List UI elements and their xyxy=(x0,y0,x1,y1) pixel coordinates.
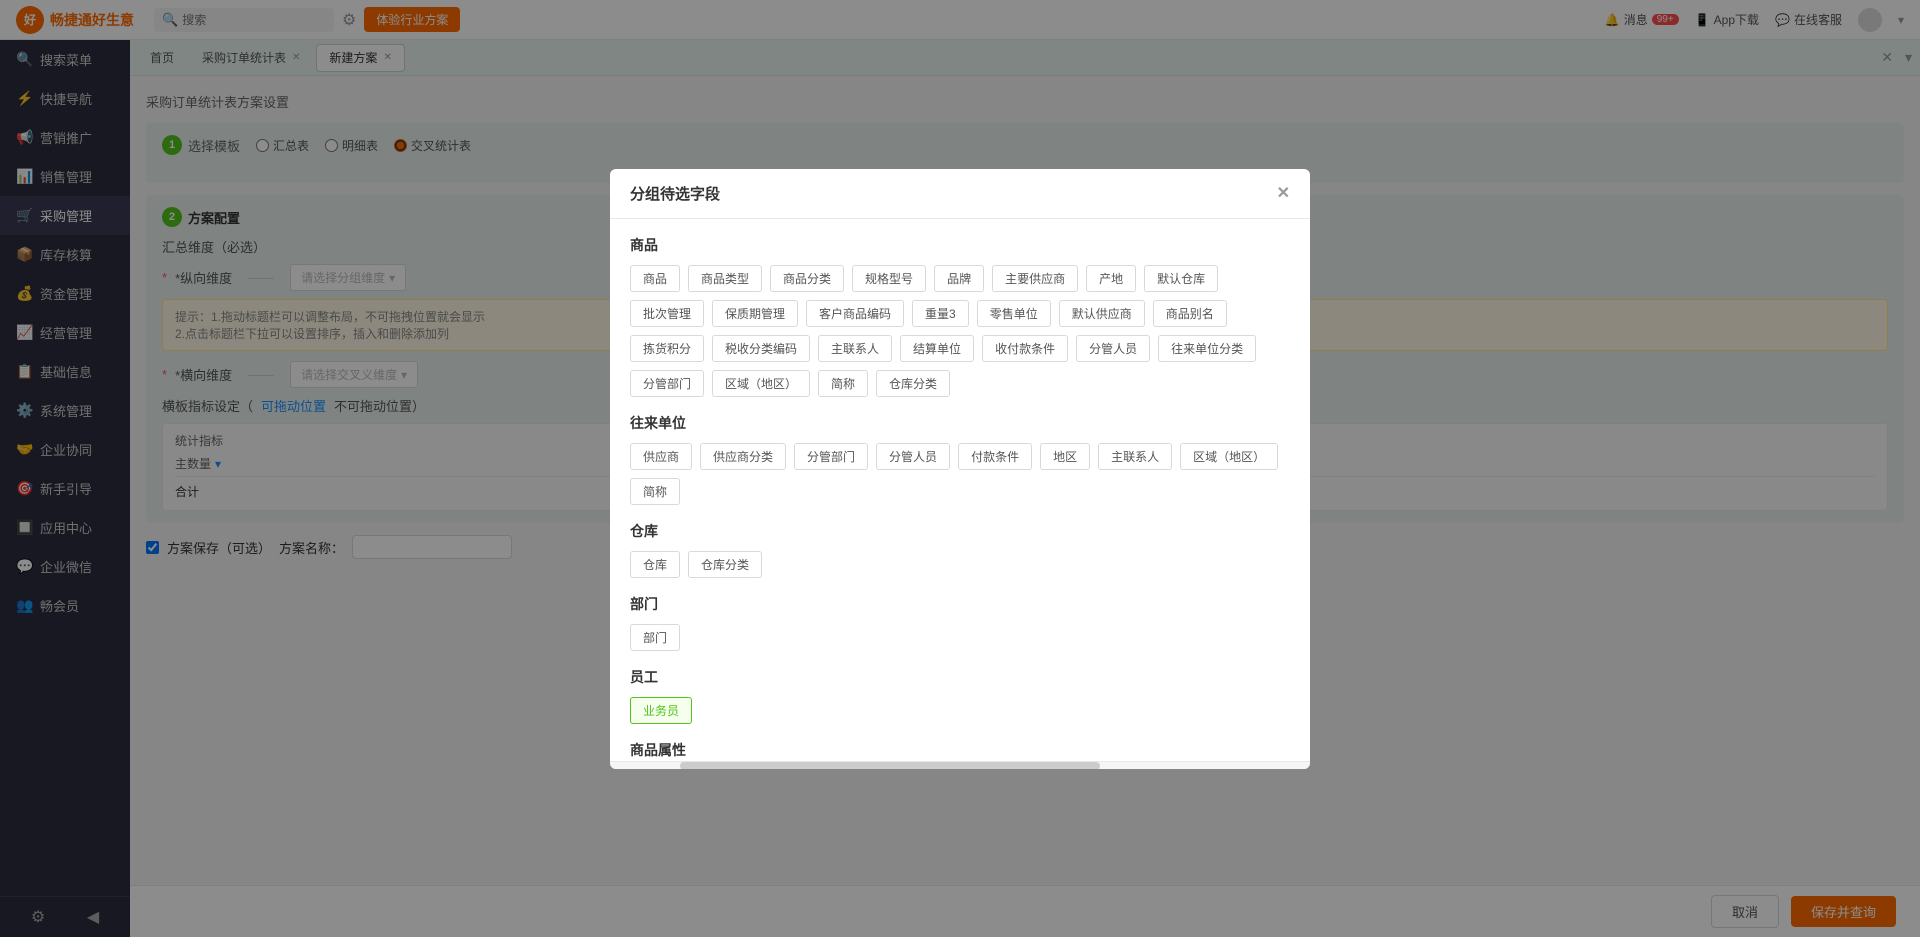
field-tag-0-21[interactable]: 往来单位分类 xyxy=(1158,335,1256,362)
field-tag-0-2[interactable]: 商品分类 xyxy=(770,265,844,292)
field-tag-0-12[interactable]: 零售单位 xyxy=(977,300,1051,327)
field-tag-3-0[interactable]: 部门 xyxy=(630,624,680,651)
modal-section-title-1: 往来单位 xyxy=(630,413,1290,433)
modal-section-5: 商品属性属性颜色多规格尺码鞋码1 xyxy=(630,740,1290,761)
field-tag-0-0[interactable]: 商品 xyxy=(630,265,680,292)
field-tag-0-6[interactable]: 产地 xyxy=(1086,265,1136,292)
field-tag-0-3[interactable]: 规格型号 xyxy=(852,265,926,292)
field-tag-0-13[interactable]: 默认供应商 xyxy=(1059,300,1145,327)
field-tag-0-22[interactable]: 分管部门 xyxy=(630,370,704,397)
field-tag-0-7[interactable]: 默认仓库 xyxy=(1144,265,1218,292)
modal-scrollbar-x[interactable] xyxy=(610,761,1310,769)
field-tag-0-14[interactable]: 商品别名 xyxy=(1153,300,1227,327)
field-tag-1-1[interactable]: 供应商分类 xyxy=(700,443,786,470)
field-grid-4: 业务员 xyxy=(630,697,1290,724)
field-grid-2: 仓库仓库分类 xyxy=(630,551,1290,578)
field-tag-1-0[interactable]: 供应商 xyxy=(630,443,692,470)
field-tag-1-2[interactable]: 分管部门 xyxy=(794,443,868,470)
field-tag-1-8[interactable]: 简称 xyxy=(630,478,680,505)
modal-section-title-4: 员工 xyxy=(630,667,1290,687)
field-tag-0-5[interactable]: 主要供应商 xyxy=(992,265,1078,292)
modal: 分组待选字段 ✕ 商品商品商品类型商品分类规格型号品牌主要供应商产地默认仓库批次… xyxy=(610,169,1310,769)
modal-close-button[interactable]: ✕ xyxy=(1277,183,1290,203)
modal-section-3: 部门部门 xyxy=(630,594,1290,651)
modal-section-title-3: 部门 xyxy=(630,594,1290,614)
scroll-thumb xyxy=(680,762,1100,769)
field-tag-0-20[interactable]: 分管人员 xyxy=(1076,335,1150,362)
field-tag-2-1[interactable]: 仓库分类 xyxy=(688,551,762,578)
field-tag-1-6[interactable]: 主联系人 xyxy=(1098,443,1172,470)
field-tag-0-24[interactable]: 简称 xyxy=(818,370,868,397)
field-tag-0-10[interactable]: 客户商品编码 xyxy=(806,300,904,327)
field-tag-0-15[interactable]: 拣货积分 xyxy=(630,335,704,362)
modal-section-0: 商品商品商品类型商品分类规格型号品牌主要供应商产地默认仓库批次管理保质期管理客户… xyxy=(630,235,1290,397)
modal-header: 分组待选字段 ✕ xyxy=(610,169,1310,219)
modal-body: 商品商品商品类型商品分类规格型号品牌主要供应商产地默认仓库批次管理保质期管理客户… xyxy=(610,219,1310,761)
modal-section-title-0: 商品 xyxy=(630,235,1290,255)
field-tag-0-19[interactable]: 收付款条件 xyxy=(982,335,1068,362)
field-grid-3: 部门 xyxy=(630,624,1290,651)
field-grid-0: 商品商品类型商品分类规格型号品牌主要供应商产地默认仓库批次管理保质期管理客户商品… xyxy=(630,265,1290,397)
modal-section-4: 员工业务员 xyxy=(630,667,1290,724)
field-tag-0-8[interactable]: 批次管理 xyxy=(630,300,704,327)
field-tag-0-1[interactable]: 商品类型 xyxy=(688,265,762,292)
modal-title: 分组待选字段 xyxy=(630,183,720,204)
field-tag-0-18[interactable]: 结算单位 xyxy=(900,335,974,362)
modal-section-title-5: 商品属性 xyxy=(630,740,1290,760)
field-tag-2-0[interactable]: 仓库 xyxy=(630,551,680,578)
field-grid-1: 供应商供应商分类分管部门分管人员付款条件地区主联系人区域（地区） 简称 xyxy=(630,443,1290,505)
field-tag-0-11[interactable]: 重量3 xyxy=(912,300,969,327)
field-tag-0-9[interactable]: 保质期管理 xyxy=(712,300,798,327)
modal-overlay[interactable]: 分组待选字段 ✕ 商品商品商品类型商品分类规格型号品牌主要供应商产地默认仓库批次… xyxy=(0,0,1920,937)
field-tag-0-25[interactable]: 仓库分类 xyxy=(876,370,950,397)
modal-section-title-2: 仓库 xyxy=(630,521,1290,541)
field-tag-1-3[interactable]: 分管人员 xyxy=(876,443,950,470)
modal-section-2: 仓库仓库仓库分类 xyxy=(630,521,1290,578)
modal-section-1: 往来单位供应商供应商分类分管部门分管人员付款条件地区主联系人区域（地区） 简称 xyxy=(630,413,1290,505)
field-tag-1-4[interactable]: 付款条件 xyxy=(958,443,1032,470)
field-tag-1-5[interactable]: 地区 xyxy=(1040,443,1090,470)
field-tag-0-16[interactable]: 税收分类编码 xyxy=(712,335,810,362)
field-tag-0-17[interactable]: 主联系人 xyxy=(818,335,892,362)
field-tag-4-0[interactable]: 业务员 xyxy=(630,697,692,724)
field-tag-1-7[interactable]: 区域（地区） xyxy=(1180,443,1278,470)
field-tag-0-23[interactable]: 区域（地区） xyxy=(712,370,810,397)
field-tag-0-4[interactable]: 品牌 xyxy=(934,265,984,292)
